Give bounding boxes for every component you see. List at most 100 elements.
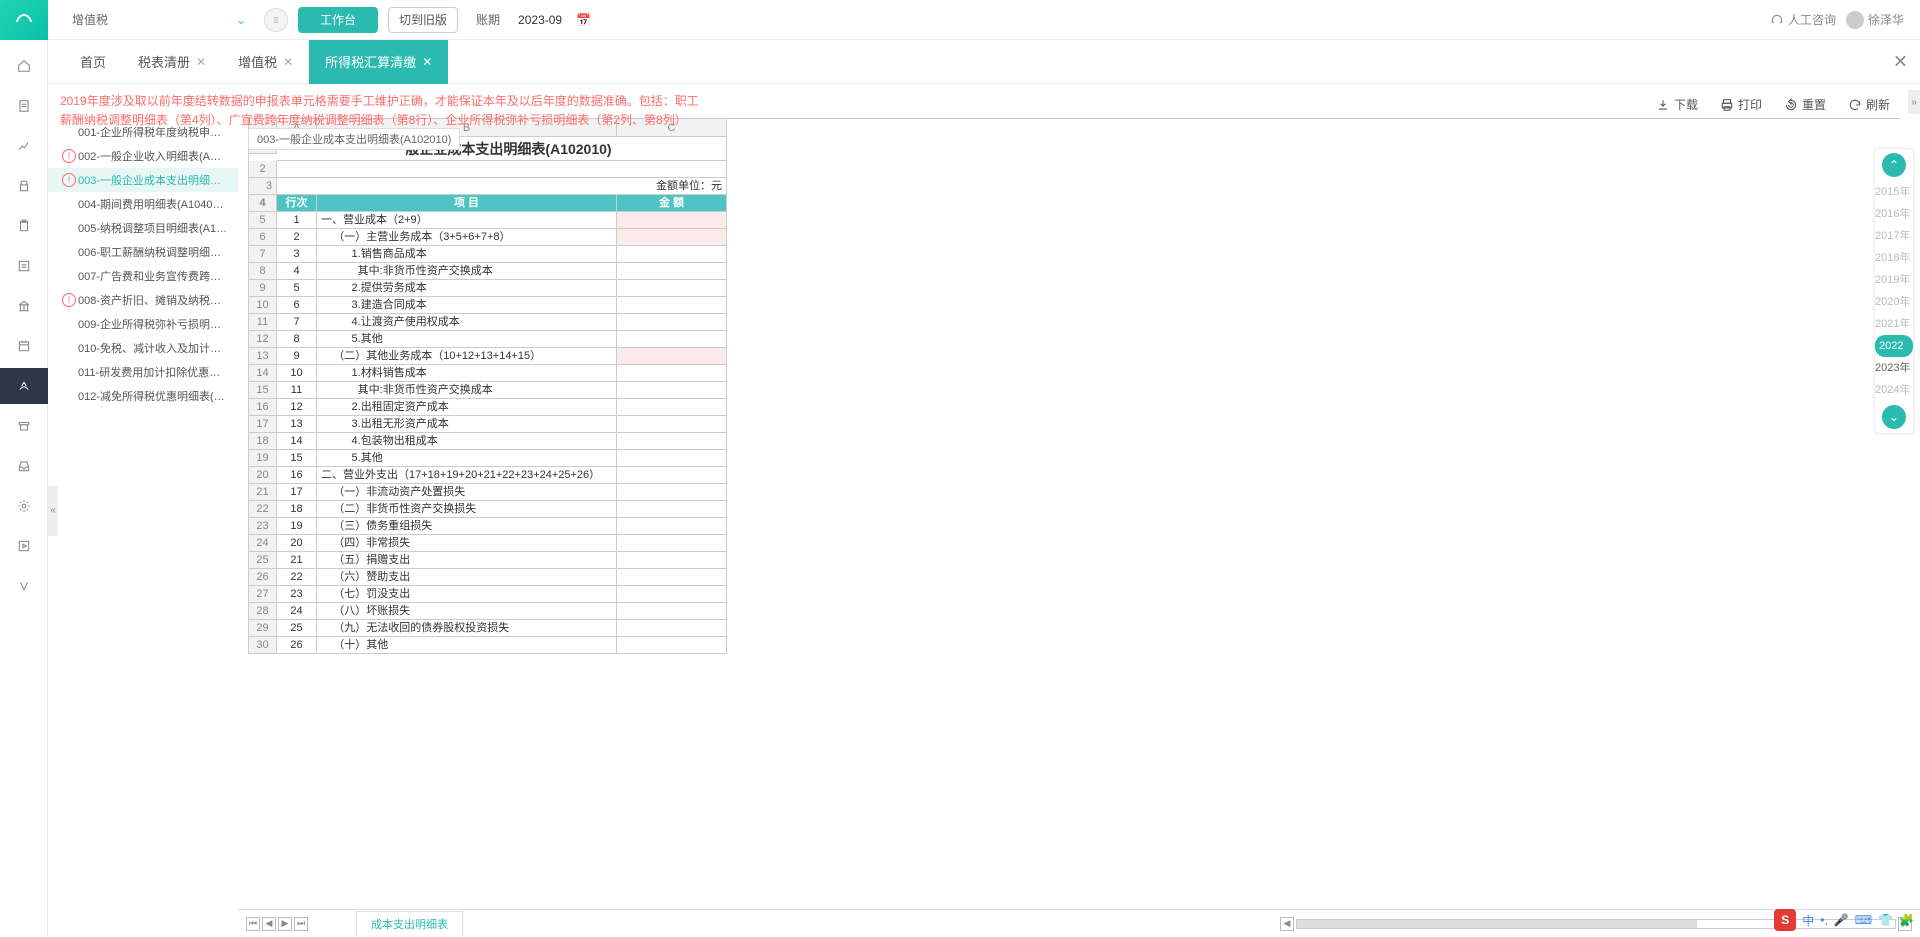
- row-num[interactable]: 21: [249, 484, 277, 501]
- cell-amount[interactable]: [617, 467, 727, 484]
- row-num[interactable]: 9: [249, 280, 277, 297]
- row-num[interactable]: 15: [249, 382, 277, 399]
- row-num[interactable]: 6: [249, 229, 277, 246]
- nav-v-icon[interactable]: [0, 568, 48, 604]
- app-logo[interactable]: [0, 0, 48, 40]
- cell-amount[interactable]: [617, 382, 727, 399]
- cell-item[interactable]: 一、营业成本（2+9）: [317, 212, 617, 229]
- row-num[interactable]: 3: [249, 178, 277, 195]
- sheet-nav-first[interactable]: ⏮: [246, 917, 260, 931]
- cell-amount[interactable]: [617, 399, 727, 416]
- cell-item[interactable]: 其中:非货币性资产交换成本: [317, 263, 617, 280]
- row-num[interactable]: 7: [249, 246, 277, 263]
- row-num[interactable]: 20: [249, 467, 277, 484]
- close-icon[interactable]: ✕: [196, 55, 206, 69]
- refresh-button[interactable]: 刷新: [1848, 96, 1890, 113]
- sheet-nav-last[interactable]: ⏭: [294, 917, 308, 931]
- cell-rownum[interactable]: 17: [277, 484, 317, 501]
- row-num[interactable]: 29: [249, 620, 277, 637]
- ime-keyboard-icon[interactable]: ⌨: [1855, 913, 1872, 927]
- row-num[interactable]: 27: [249, 586, 277, 603]
- download-button[interactable]: 下载: [1656, 96, 1698, 113]
- sheet-tab[interactable]: 成本支出明细表: [356, 911, 463, 936]
- form-list-item[interactable]: 003-一般企业成本支出明细…: [48, 168, 238, 192]
- form-list-item[interactable]: 002-一般企业收入明细表(A…: [48, 144, 238, 168]
- tabs-close-all-icon[interactable]: ✕: [1893, 51, 1908, 72]
- cell-amount[interactable]: [617, 297, 727, 314]
- ime-lang[interactable]: 中: [1802, 912, 1814, 929]
- cell-rownum[interactable]: 11: [277, 382, 317, 399]
- cell-rownum[interactable]: 25: [277, 620, 317, 637]
- row-num[interactable]: 8: [249, 263, 277, 280]
- cell-rownum[interactable]: 18: [277, 501, 317, 518]
- form-list-item[interactable]: 004-期间费用明细表(A1040…: [48, 192, 238, 216]
- year-item[interactable]: 2017年: [1875, 225, 1913, 247]
- row-num[interactable]: 14: [249, 365, 277, 382]
- row-num[interactable]: 18: [249, 433, 277, 450]
- ime-skin-icon[interactable]: 👕: [1878, 913, 1893, 927]
- row-num[interactable]: 11: [249, 314, 277, 331]
- row-num[interactable]: 16: [249, 399, 277, 416]
- form-list-item[interactable]: 005-纳税调整项目明细表(A1…: [48, 216, 238, 240]
- tab[interactable]: 所得税汇算清缴✕: [309, 40, 448, 84]
- ime-mic-icon[interactable]: 🎤: [1834, 913, 1849, 927]
- row-num[interactable]: 2: [249, 161, 277, 178]
- nav-money-icon[interactable]: [0, 168, 48, 204]
- row-num[interactable]: 24: [249, 535, 277, 552]
- close-icon[interactable]: ✕: [283, 55, 293, 69]
- period-value[interactable]: 2023-09: [518, 13, 562, 27]
- cell-rownum[interactable]: 12: [277, 399, 317, 416]
- cell-rownum[interactable]: 15: [277, 450, 317, 467]
- cell-item[interactable]: 5.其他: [317, 450, 617, 467]
- form-list-item[interactable]: 009-企业所得税弥补亏损明…: [48, 312, 238, 336]
- sheet-nav-prev[interactable]: ◀: [262, 917, 276, 931]
- cell-amount[interactable]: [617, 212, 727, 229]
- nav-tax-icon[interactable]: [0, 368, 48, 404]
- cell-rownum[interactable]: 2: [277, 229, 317, 246]
- cell-rownum[interactable]: 5: [277, 280, 317, 297]
- nav-calendar-icon[interactable]: [0, 328, 48, 364]
- cell-item[interactable]: 1.材料销售成本: [317, 365, 617, 382]
- nav-home-icon[interactable]: [0, 48, 48, 84]
- form-list-item[interactable]: 010-免税、减计收入及加计…: [48, 336, 238, 360]
- cell-rownum[interactable]: 1: [277, 212, 317, 229]
- year-item[interactable]: 2016年: [1875, 203, 1913, 225]
- tax-type-dropdown[interactable]: 增值税 ⌄: [64, 7, 254, 32]
- ime-brand-icon[interactable]: S: [1774, 909, 1796, 931]
- cell-rownum[interactable]: 6: [277, 297, 317, 314]
- hscroll-thumb[interactable]: [1297, 920, 1697, 928]
- cell-item[interactable]: 1.销售商品成本: [317, 246, 617, 263]
- nav-archive-icon[interactable]: [0, 408, 48, 444]
- cell-rownum[interactable]: 22: [277, 569, 317, 586]
- nav-temple-icon[interactable]: [0, 288, 48, 324]
- cell-amount[interactable]: [617, 501, 727, 518]
- cell-amount[interactable]: [617, 603, 727, 620]
- round-menu-icon[interactable]: [264, 8, 288, 32]
- cell-amount[interactable]: [617, 620, 727, 637]
- cell-item[interactable]: （六）赞助支出: [317, 569, 617, 586]
- cell-rownum[interactable]: 16: [277, 467, 317, 484]
- cell-item[interactable]: 3.出租无形资产成本: [317, 416, 617, 433]
- cell-amount[interactable]: [617, 518, 727, 535]
- cell-amount[interactable]: [617, 229, 727, 246]
- cell-rownum[interactable]: 19: [277, 518, 317, 535]
- tab[interactable]: 增值税✕: [222, 40, 309, 84]
- nav-doc-icon[interactable]: [0, 88, 48, 124]
- row-num[interactable]: 5: [249, 212, 277, 229]
- year-up-icon[interactable]: ⌃: [1882, 153, 1906, 177]
- cell-amount[interactable]: [617, 365, 727, 382]
- switch-old-button[interactable]: 切到旧版: [388, 7, 458, 33]
- hscroll-left[interactable]: ◀: [1280, 917, 1294, 931]
- year-item[interactable]: 2022年: [1875, 335, 1913, 357]
- cell-rownum[interactable]: 14: [277, 433, 317, 450]
- cell-item[interactable]: （七）罚没支出: [317, 586, 617, 603]
- collapse-left-handle[interactable]: «: [48, 486, 58, 536]
- row-num[interactable]: 30: [249, 637, 277, 654]
- ime-punct-icon[interactable]: •,: [1820, 913, 1828, 927]
- cell-rownum[interactable]: 20: [277, 535, 317, 552]
- close-icon[interactable]: ✕: [422, 55, 432, 69]
- cell-rownum[interactable]: 21: [277, 552, 317, 569]
- cell-amount[interactable]: [617, 263, 727, 280]
- cell-item[interactable]: 5.其他: [317, 331, 617, 348]
- cell-amount[interactable]: [617, 484, 727, 501]
